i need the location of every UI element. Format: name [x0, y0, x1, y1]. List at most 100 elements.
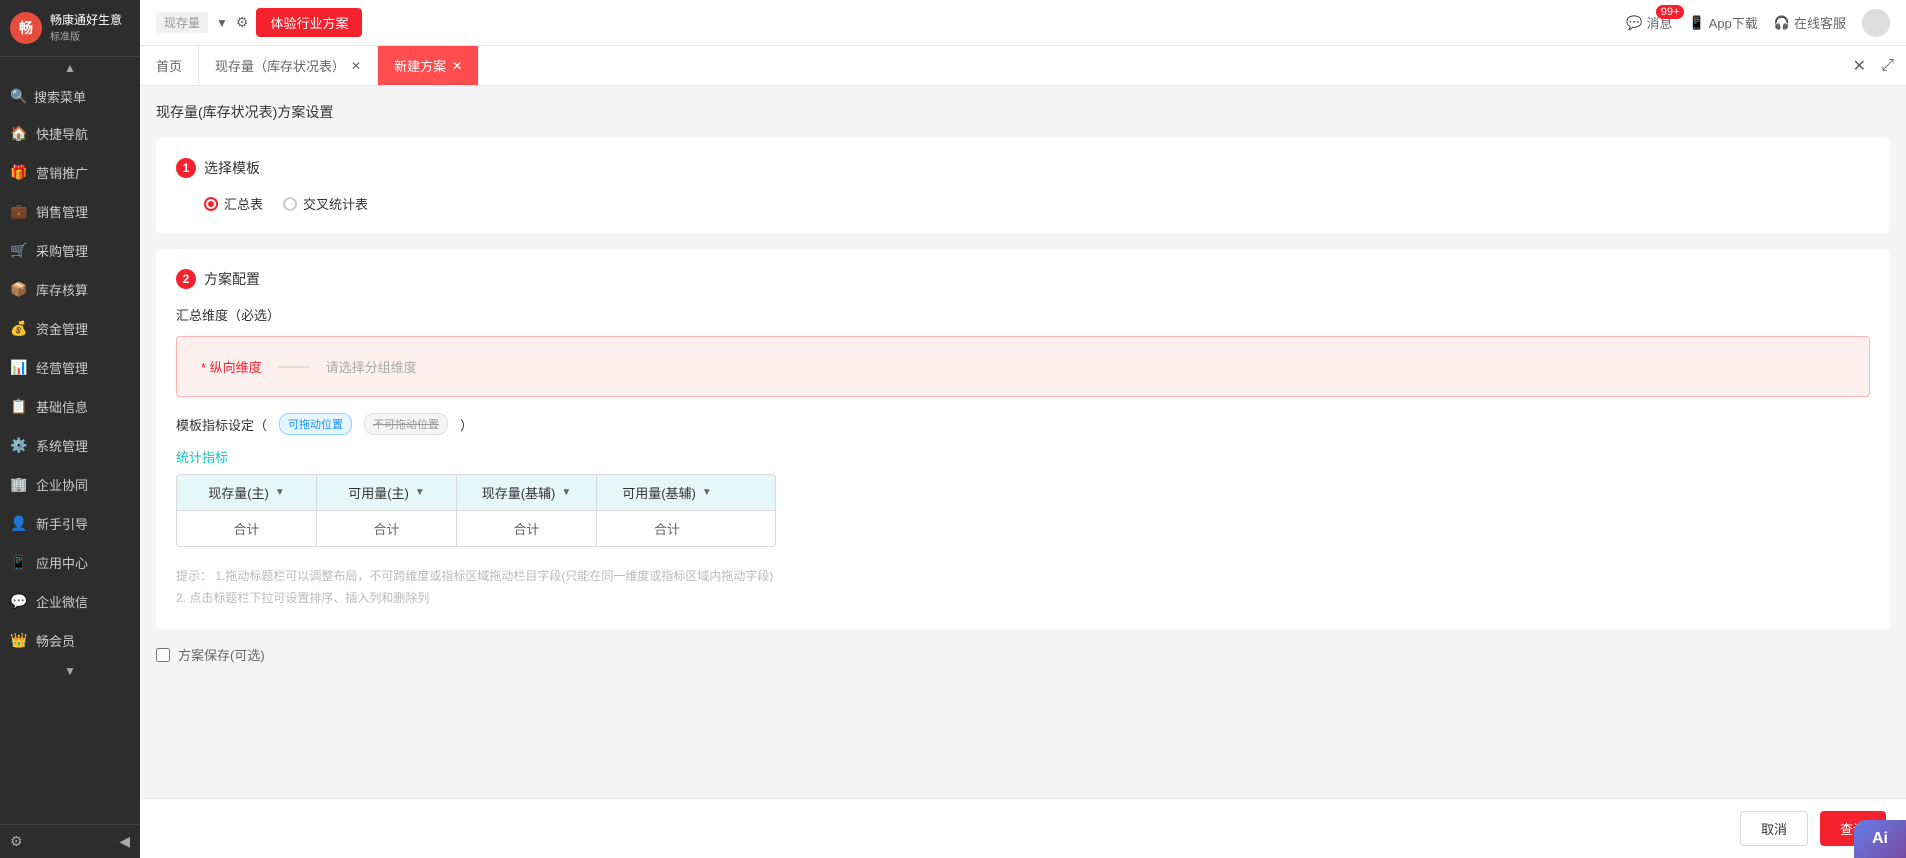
online-support-label: 在线客服	[1794, 13, 1846, 32]
breadcrumb: 现存量	[156, 12, 208, 33]
radio-cross-label: 交叉统计表	[303, 194, 368, 213]
sidebar-item-inventory[interactable]: 📦 库存核算	[0, 270, 140, 309]
topbar-left: 现存量 ▼ ⚙ 体验行业方案	[156, 8, 1614, 37]
online-support-btn[interactable]: 🎧 在线客服	[1774, 13, 1846, 32]
col1-dropdown-icon: ▼	[275, 487, 285, 498]
ai-float-btn[interactable]: Ai	[1854, 820, 1906, 858]
dimension-arrow: ——	[278, 358, 310, 376]
crown-icon: 👑	[10, 632, 28, 650]
main-area: 现存量 ▼ ⚙ 体验行业方案 💬 消息 99+ 📱 App下载 🎧 在线客服	[140, 0, 1906, 858]
content-area: 现存量(库存状况表)方案设置 1 选择模板 汇总表 交叉统计表	[140, 86, 1906, 798]
gift-icon: 🎁	[10, 164, 28, 182]
sidebar-scroll-down[interactable]: ▼	[0, 660, 140, 682]
collapse-btn[interactable]: ◀	[119, 833, 130, 850]
tab-new-plan[interactable]: 新建方案 ✕	[378, 46, 479, 85]
sidebar-item-label: 基础信息	[36, 397, 88, 416]
sidebar-item-new-guide[interactable]: 👤 新手引导	[0, 504, 140, 543]
radio-summary-label: 汇总表	[224, 194, 263, 213]
stats-section-label: 统计指标	[176, 447, 1870, 466]
table-header-col4[interactable]: 可用量(基辅) ▼	[597, 475, 737, 510]
headset-icon: 🎧	[1774, 15, 1790, 31]
footer-bar: 取消 查询	[140, 798, 1906, 858]
sidebar-item-label: 库存核算	[36, 280, 88, 299]
col3-dropdown-icon: ▼	[561, 487, 571, 498]
table-cell-0-1: 合计	[317, 511, 457, 546]
message-btn[interactable]: 💬 消息 99+	[1626, 13, 1672, 32]
breadcrumb-dropdown-btn[interactable]: ▼	[216, 16, 228, 30]
step1-num: 1	[176, 158, 196, 178]
dimension-box[interactable]: * 纵向维度 —— 请选择分组维度	[176, 336, 1870, 397]
sidebar-bottom: ⚙ ◀	[0, 824, 140, 858]
sidebar-item-system[interactable]: ⚙️ 系统管理	[0, 426, 140, 465]
tab-inventory-label: 现存量（库存状况表）	[215, 56, 345, 75]
message-icon: 💬	[1626, 15, 1642, 31]
sidebar-scroll-up[interactable]: ▲	[0, 57, 140, 79]
logo-icon: 畅	[10, 12, 42, 44]
step1-label: 选择模板	[204, 158, 260, 178]
tabs-expand-btn[interactable]: ⤢	[1881, 57, 1894, 75]
box-icon: 📦	[10, 281, 28, 299]
radio-cross-circle	[283, 197, 297, 211]
table-header-row: 现存量(主) ▼ 可用量(主) ▼ 现存量(基辅) ▼ 可用量(基辅) ▼	[177, 475, 775, 510]
sidebar-item-app-center[interactable]: 📱 应用中心	[0, 543, 140, 582]
table-header-col1[interactable]: 现存量(主) ▼	[177, 475, 317, 510]
step1-card: 1 选择模板 汇总表 交叉统计表	[156, 138, 1890, 233]
home-icon: 🏠	[10, 125, 28, 143]
clipboard-icon: 📋	[10, 398, 28, 416]
radio-cross[interactable]: 交叉统计表	[283, 194, 368, 213]
sidebar-item-search-menu[interactable]: 🔍 搜索菜单	[0, 79, 140, 114]
logo-sub: 标准版	[50, 28, 122, 43]
dimension-section-label: 汇总维度（必选）	[176, 305, 1870, 324]
topbar-gear-btn[interactable]: ⚙	[236, 14, 249, 31]
radio-summary[interactable]: 汇总表	[204, 194, 263, 213]
table-header-col3[interactable]: 现存量(基辅) ▼	[457, 475, 597, 510]
sidebar-item-marketing[interactable]: 🎁 营销推广	[0, 153, 140, 192]
table-cell-0-2: 合计	[457, 511, 597, 546]
tab-new-plan-close[interactable]: ✕	[452, 59, 462, 73]
settings-btn[interactable]: ⚙	[10, 833, 23, 850]
trial-btn[interactable]: 体验行业方案	[256, 8, 362, 37]
tip-line-2: 2. 点击标题栏下拉可设置排序、插入列和删除列	[176, 588, 1870, 610]
sidebar-item-label: 采购管理	[36, 241, 88, 260]
sidebar-item-purchase[interactable]: 🛒 采购管理	[0, 231, 140, 270]
radio-summary-circle	[204, 197, 218, 211]
sidebar-item-label: 畅会员	[36, 631, 75, 650]
app-download-btn[interactable]: 📱 App下载	[1688, 13, 1757, 32]
tab-home-label: 首页	[156, 56, 182, 75]
mobile-icon: 📱	[1688, 15, 1704, 31]
metrics-label-text: 模板指标设定（	[176, 415, 267, 434]
col1-label: 现存量(主)	[208, 483, 269, 502]
sidebar-item-member[interactable]: 👑 畅会员	[0, 621, 140, 660]
sidebar-item-quick-nav[interactable]: 🏠 快捷导航	[0, 114, 140, 153]
table-row-0: 合计 合计 合计 合计	[177, 510, 775, 546]
sidebar-item-enterprise[interactable]: 🏢 企业协同	[0, 465, 140, 504]
sidebar-logo: 畅 畅康通好生意 标准版	[0, 0, 140, 57]
save-checkbox[interactable]	[156, 648, 170, 662]
tabs-close-btn[interactable]: ✕	[1853, 56, 1866, 76]
tab-home[interactable]: 首页	[140, 46, 199, 85]
tab-inventory-close[interactable]: ✕	[351, 59, 361, 73]
sidebar: 畅 畅康通好生意 标准版 ▲ 🔍 搜索菜单 🏠 快捷导航 🎁 营销推广 💼 销售…	[0, 0, 140, 858]
sidebar-item-label: 新手引导	[36, 514, 88, 533]
sidebar-item-wechat[interactable]: 💬 企业微信	[0, 582, 140, 621]
chat-icon: 💬	[10, 593, 28, 611]
col4-dropdown-icon: ▼	[702, 487, 712, 498]
step2-header: 2 方案配置	[176, 269, 1870, 289]
tip-line-1: 提示： 1.拖动标题栏可以调整布局，不可跨维度或指标区域拖动栏目字段(只能在同一…	[176, 566, 1870, 588]
radio-summary-dot	[208, 201, 214, 207]
logo-text: 畅康通好生意	[50, 13, 122, 29]
sidebar-item-sales[interactable]: 💼 销售管理	[0, 192, 140, 231]
cancel-button[interactable]: 取消	[1740, 811, 1808, 846]
sidebar-item-operations[interactable]: 📊 经营管理	[0, 348, 140, 387]
table-header-col2[interactable]: 可用量(主) ▼	[317, 475, 457, 510]
breadcrumb-text: 现存量	[156, 12, 208, 33]
metrics-label-end: ）	[460, 415, 473, 434]
avatar[interactable]	[1862, 9, 1890, 37]
tab-inventory-status[interactable]: 现存量（库存状况表） ✕	[199, 46, 378, 85]
dimension-required-label: * 纵向维度	[201, 357, 262, 376]
sidebar-item-basic-info[interactable]: 📋 基础信息	[0, 387, 140, 426]
sidebar-item-finance[interactable]: 💰 资金管理	[0, 309, 140, 348]
sidebar-item-label: 营销推广	[36, 163, 88, 182]
chart-icon: 📊	[10, 359, 28, 377]
search-icon: 🔍	[10, 88, 28, 106]
